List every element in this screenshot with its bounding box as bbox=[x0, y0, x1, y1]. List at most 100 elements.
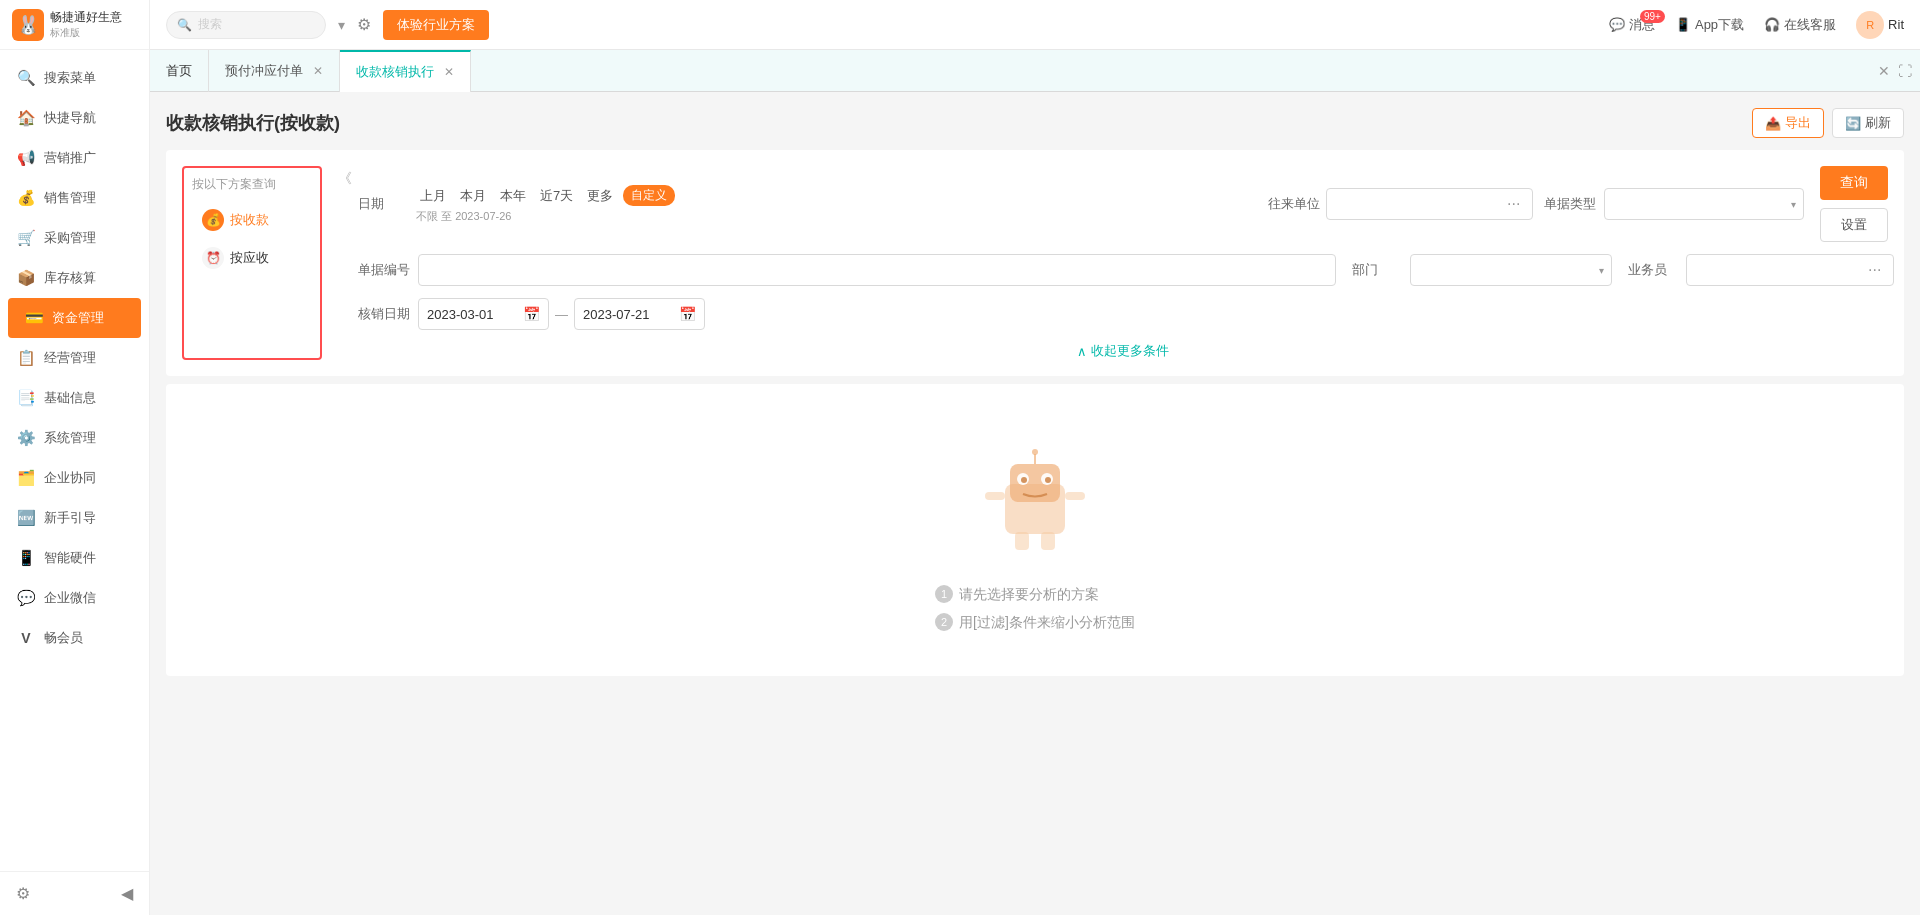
partner-input[interactable] bbox=[1335, 189, 1503, 219]
tab-prepay[interactable]: 预付冲应付单 ✕ bbox=[209, 50, 340, 92]
industry-solution-button[interactable]: 体验行业方案 bbox=[383, 10, 489, 40]
partner-label: 往来单位 bbox=[1268, 195, 1318, 213]
sidebar-logo: 🐰 畅捷通好生意 标准版 bbox=[0, 0, 149, 50]
svg-rect-8 bbox=[985, 492, 1005, 500]
filter-option-by-receipt[interactable]: 💰 按收款 bbox=[192, 201, 312, 239]
query-buttons: 查询 设置 bbox=[1820, 166, 1888, 242]
setting-button[interactable]: 设置 bbox=[1820, 208, 1888, 242]
operation-icon: 📋 bbox=[16, 348, 36, 368]
wechat-icon: 💬 bbox=[16, 588, 36, 608]
staff-dots-btn[interactable]: ··· bbox=[1864, 261, 1885, 279]
messages-button[interactable]: 💬 消息 99+ bbox=[1609, 16, 1655, 34]
verify-date-to-wrap: 📅 bbox=[574, 298, 705, 330]
sidebar-item-finance[interactable]: 💳 资金管理 bbox=[8, 298, 141, 338]
sidebar-item-purchase[interactable]: 🛒 采购管理 bbox=[0, 218, 149, 258]
verify-date-from-input[interactable] bbox=[427, 307, 517, 322]
more-date-btn[interactable]: 更多 bbox=[583, 185, 617, 207]
sidebar-item-guide[interactable]: 🆕 新手引导 bbox=[0, 498, 149, 538]
tab-home[interactable]: 首页 bbox=[150, 50, 209, 92]
online-service-button[interactable]: 🎧 在线客服 bbox=[1764, 16, 1836, 34]
filter-option-by-receivable[interactable]: ⏰ 按应收 bbox=[192, 239, 312, 277]
topbar-search-bar[interactable]: 🔍 搜索 bbox=[166, 11, 326, 39]
sidebar-item-hardware[interactable]: 📱 智能硬件 bbox=[0, 538, 149, 578]
sidebar-item-sales[interactable]: 💰 销售管理 bbox=[0, 178, 149, 218]
collapse-sidebar-button[interactable]: ◀ bbox=[121, 884, 133, 903]
sidebar-item-wechat[interactable]: 💬 企业微信 bbox=[0, 578, 149, 618]
expand-tab-icon[interactable]: ⛶ bbox=[1898, 63, 1912, 79]
collapse-more-button[interactable]: ∧ 收起更多条件 bbox=[1077, 342, 1169, 360]
sidebar-item-basic-info[interactable]: 📑 基础信息 bbox=[0, 378, 149, 418]
tab-receivable-verify[interactable]: 收款核销执行 ✕ bbox=[340, 50, 471, 92]
empty-tip-2: 2 用[过滤]条件来缩小分析范围 bbox=[935, 608, 1135, 636]
close-prepay-tab-icon[interactable]: ✕ bbox=[313, 64, 323, 78]
sidebar-item-search[interactable]: 🔍 搜索菜单 bbox=[0, 58, 149, 98]
doc-type-select[interactable] bbox=[1604, 188, 1804, 220]
custom-date-btn[interactable]: 自定义 bbox=[623, 185, 675, 206]
sidebar-item-quick-nav[interactable]: 🏠 快捷导航 bbox=[0, 98, 149, 138]
svg-rect-9 bbox=[1065, 492, 1085, 500]
content-wrapper: 1 请先选择要分析的方案 2 用[过滤]条件来缩小分析范围 bbox=[166, 384, 1904, 676]
topbar-search-icon: 🔍 bbox=[177, 18, 192, 32]
sidebar-item-marketing[interactable]: 📢 营销推广 bbox=[0, 138, 149, 178]
svg-point-4 bbox=[1021, 477, 1027, 483]
filter-partner-field: 往来单位 ··· bbox=[1268, 188, 1528, 220]
tabbar-actions: ✕ ⛶ bbox=[1878, 63, 1920, 79]
sidebar-item-system[interactable]: ⚙️ 系统管理 bbox=[0, 418, 149, 458]
sidebar-item-member[interactable]: V 畅会员 bbox=[0, 618, 149, 658]
sidebar-item-enterprise[interactable]: 🗂️ 企业协同 bbox=[0, 458, 149, 498]
receipt-option-icon: 💰 bbox=[202, 209, 224, 231]
verify-date-range: 📅 — 📅 bbox=[418, 298, 705, 330]
doc-type-select-wrap: ▾ bbox=[1604, 188, 1804, 220]
sidebar-item-operation[interactable]: 📋 经营管理 bbox=[0, 338, 149, 378]
refresh-button[interactable]: 🔄 刷新 bbox=[1832, 108, 1904, 138]
staff-input[interactable] bbox=[1695, 255, 1864, 285]
date-label: 日期 bbox=[358, 195, 408, 213]
purchase-icon: 🛒 bbox=[16, 228, 36, 248]
topbar: 🔍 搜索 ▾ ⚙ 体验行业方案 💬 消息 99+ 📱 App下载 🎧 在线客服 bbox=[150, 0, 1920, 50]
topbar-gear-button[interactable]: ⚙ bbox=[357, 15, 371, 34]
filter-collapse-button[interactable]: 《 bbox=[338, 166, 358, 360]
query-button[interactable]: 查询 bbox=[1820, 166, 1888, 200]
app-download-button[interactable]: 📱 App下载 bbox=[1675, 16, 1744, 34]
this-year-btn[interactable]: 本年 bbox=[496, 185, 530, 207]
close-receivable-tab-icon[interactable]: ✕ bbox=[444, 65, 454, 79]
staff-input-wrap: ··· bbox=[1686, 254, 1894, 286]
topbar-dropdown-icon[interactable]: ▾ bbox=[338, 17, 345, 33]
empty-state: 1 请先选择要分析的方案 2 用[过滤]条件来缩小分析范围 bbox=[166, 384, 1904, 676]
settings-button[interactable]: ⚙ bbox=[16, 884, 30, 903]
filter-doc-no-field: 单据编号 bbox=[358, 254, 1336, 286]
filter-form: 日期 上月 本月 本年 近7天 更多 自定义 不限 bbox=[358, 166, 1888, 360]
filter-row-3: 核销日期 📅 — 📅 bbox=[358, 298, 1888, 330]
filter-row-2: 单据编号 部门 ▾ bbox=[358, 254, 1888, 286]
verify-date-to-input[interactable] bbox=[583, 307, 673, 322]
last-month-btn[interactable]: 上月 bbox=[416, 185, 450, 207]
export-button[interactable]: 📤 导出 bbox=[1752, 108, 1824, 138]
date-range-dash: — bbox=[555, 307, 568, 322]
tabbar: 首页 预付冲应付单 ✕ 收款核销执行 ✕ ✕ ⛶ bbox=[150, 50, 1920, 92]
partner-dots-btn[interactable]: ··· bbox=[1503, 195, 1524, 213]
marketing-icon: 📢 bbox=[16, 148, 36, 168]
logo-icon: 🐰 bbox=[12, 9, 44, 41]
topbar-left: 🔍 搜索 ▾ ⚙ 体验行业方案 bbox=[166, 10, 489, 40]
export-icon: 📤 bbox=[1765, 116, 1781, 131]
verify-date-from-wrap: 📅 bbox=[418, 298, 549, 330]
last-7-days-btn[interactable]: 近7天 bbox=[536, 185, 577, 207]
verify-date-from-cal-icon[interactable]: 📅 bbox=[523, 306, 540, 322]
page-title: 收款核销执行(按收款) bbox=[166, 111, 340, 135]
svg-rect-11 bbox=[1041, 532, 1055, 550]
finance-icon: 💳 bbox=[24, 308, 44, 328]
refresh-icon: 🔄 bbox=[1845, 116, 1861, 131]
sidebar-item-inventory[interactable]: 📦 库存核算 bbox=[0, 258, 149, 298]
date-shortcuts: 上月 本月 本年 近7天 更多 自定义 bbox=[416, 185, 675, 207]
message-icon: 💬 bbox=[1609, 17, 1625, 32]
filter-sidebar-title: 按以下方案查询 bbox=[192, 176, 312, 193]
close-all-tabs-icon[interactable]: ✕ bbox=[1878, 63, 1890, 79]
user-info[interactable]: R Rit bbox=[1856, 11, 1904, 39]
verify-date-to-cal-icon[interactable]: 📅 bbox=[679, 306, 696, 322]
doc-no-input[interactable] bbox=[418, 254, 1336, 286]
filter-verify-date-field: 核销日期 📅 — 📅 bbox=[358, 298, 1888, 330]
dept-select[interactable] bbox=[1410, 254, 1612, 286]
this-month-btn[interactable]: 本月 bbox=[456, 185, 490, 207]
empty-tip-1: 1 请先选择要分析的方案 bbox=[935, 580, 1135, 608]
system-icon: ⚙️ bbox=[16, 428, 36, 448]
